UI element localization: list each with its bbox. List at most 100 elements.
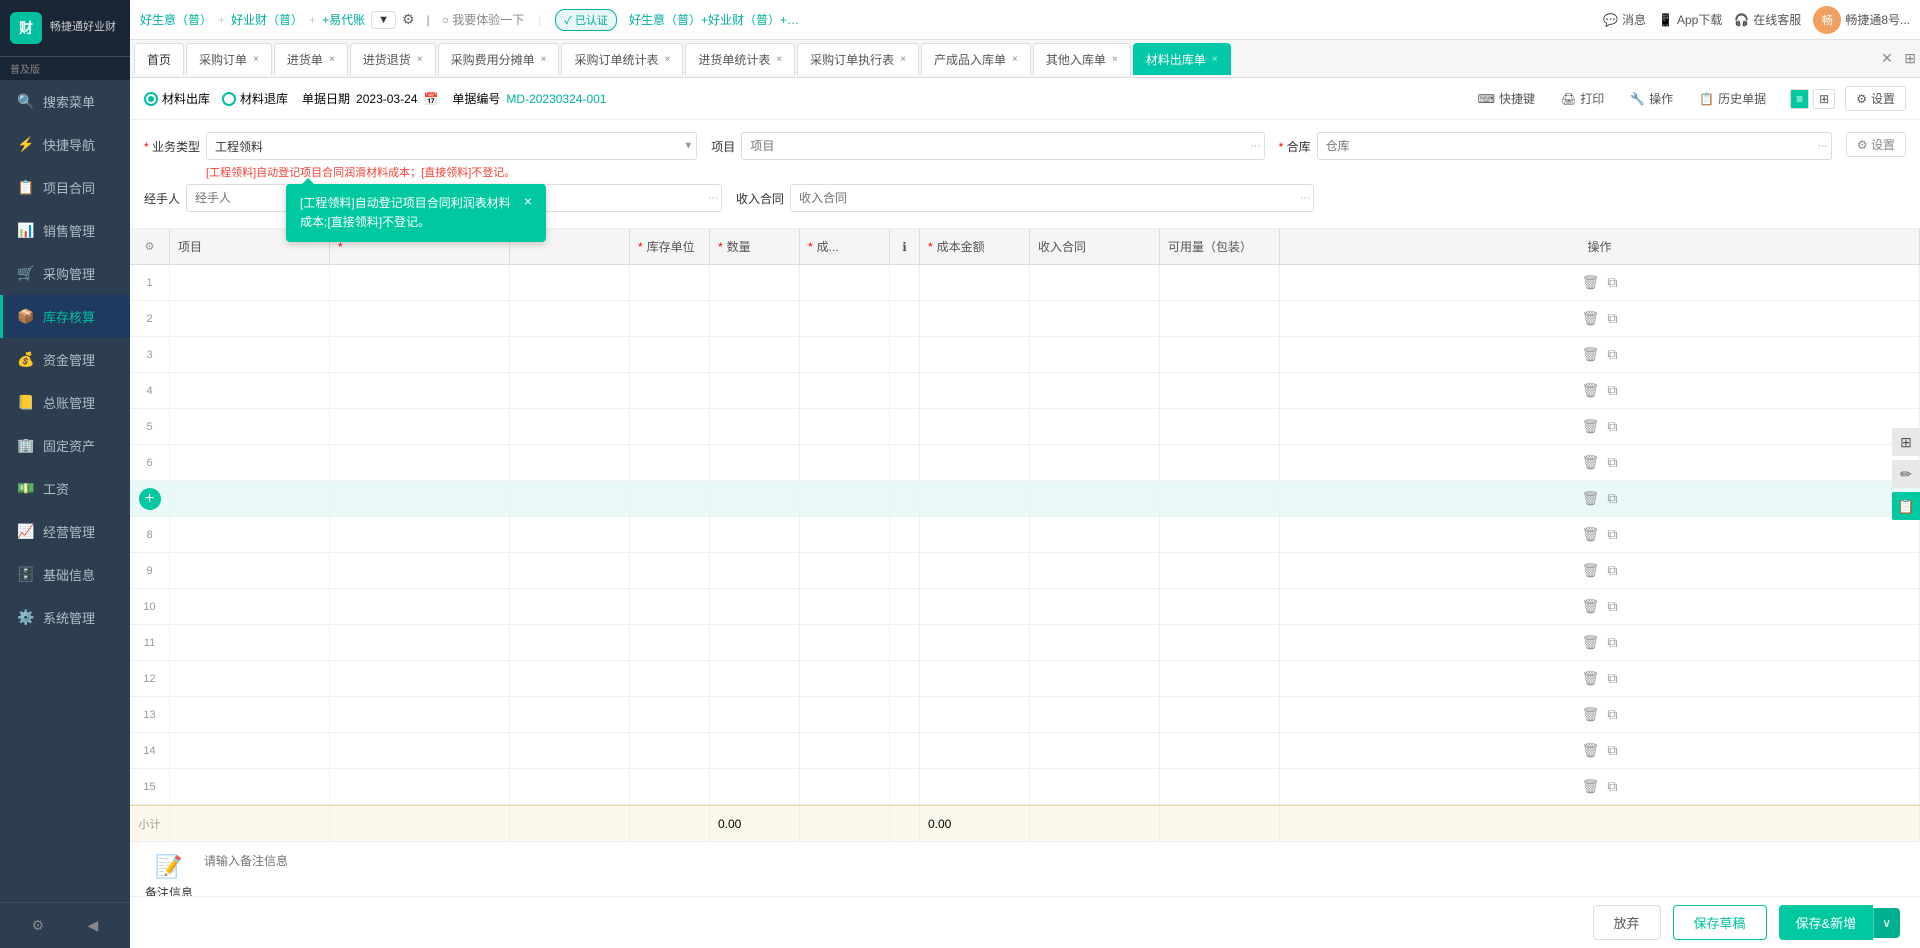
tab-goods-in[interactable]: 进货单 × xyxy=(274,43,348,75)
tab-close-icon[interactable]: × xyxy=(253,54,259,65)
shortcut-key-button[interactable]: ⌨ 快捷键 xyxy=(1470,87,1543,110)
header-settings[interactable]: ⚙ xyxy=(130,229,170,264)
app-download-button[interactable]: 📱 App下载 xyxy=(1658,11,1722,28)
row-spec[interactable] xyxy=(510,265,630,300)
row-material[interactable] xyxy=(330,517,510,552)
add-row-project[interactable] xyxy=(170,481,330,516)
row-material[interactable] xyxy=(330,661,510,696)
row-contract[interactable] xyxy=(1030,589,1160,624)
row-unit[interactable] xyxy=(630,589,710,624)
copy-icon[interactable]: ⧉ xyxy=(1603,740,1621,761)
row-material[interactable] xyxy=(330,625,510,660)
row-material[interactable] xyxy=(330,445,510,480)
tab-purchase-order[interactable]: 采购订单 × xyxy=(186,43,272,75)
sidebar-item-system[interactable]: ⚙️ 系统管理 xyxy=(0,596,130,639)
row-unit[interactable] xyxy=(630,337,710,372)
row-cost-amt[interactable] xyxy=(920,301,1030,336)
row-cost[interactable] xyxy=(800,337,890,372)
sidebar-item-project[interactable]: 📋 项目合同 xyxy=(0,166,130,209)
sidebar-item-finance[interactable]: 💰 资金管理 xyxy=(0,338,130,381)
row-contract[interactable] xyxy=(1030,301,1160,336)
row-project[interactable] xyxy=(170,733,330,768)
row-spec[interactable] xyxy=(510,409,630,444)
row-cost-amt[interactable] xyxy=(920,337,1030,372)
row-cost-amt[interactable] xyxy=(920,517,1030,552)
warehouse-dots-icon[interactable]: ··· xyxy=(1818,141,1828,152)
topbar-more-dropdown[interactable]: ▼ xyxy=(371,11,396,29)
row-unit[interactable] xyxy=(630,373,710,408)
tab-close-icon[interactable]: × xyxy=(900,54,906,65)
tab-close-icon[interactable]: × xyxy=(1212,54,1218,65)
topbar-more-links[interactable]: 好生意（普）+好业财（普）+… xyxy=(629,11,799,28)
delete-icon[interactable]: 🗑 xyxy=(1578,452,1604,473)
copy-icon[interactable]: ⧉ xyxy=(1603,416,1621,437)
row-contract[interactable] xyxy=(1030,265,1160,300)
row-qty[interactable] xyxy=(710,301,800,336)
row-contract[interactable] xyxy=(1030,733,1160,768)
row-qty[interactable] xyxy=(710,733,800,768)
row-contract[interactable] xyxy=(1030,409,1160,444)
delete-icon[interactable]: 🗑 xyxy=(1578,740,1604,761)
row-project[interactable] xyxy=(170,697,330,732)
row-cost[interactable] xyxy=(800,661,890,696)
copy-icon[interactable]: ⧉ xyxy=(1603,596,1621,617)
user-menu[interactable]: 畅 畅捷通8号... xyxy=(1813,6,1910,34)
row-spec[interactable] xyxy=(510,445,630,480)
delete-icon[interactable]: 🗑 xyxy=(1578,272,1604,293)
income-contract-dots-icon[interactable]: ··· xyxy=(1300,193,1310,204)
delete-icon[interactable]: 🗑 xyxy=(1578,596,1604,617)
row-cost[interactable] xyxy=(800,769,890,804)
row-cost-amt[interactable] xyxy=(920,553,1030,588)
row-spec[interactable] xyxy=(510,373,630,408)
row-cost-amt[interactable] xyxy=(920,445,1030,480)
row-spec[interactable] xyxy=(510,517,630,552)
sidebar-item-operations[interactable]: 📈 经营管理 xyxy=(0,510,130,553)
topbar-link-good-biz[interactable]: 好生意（普） xyxy=(140,11,212,28)
sidebar-item-accounting[interactable]: 📒 总账管理 xyxy=(0,381,130,424)
notes-input[interactable] xyxy=(204,852,1906,892)
side-tool-1[interactable]: ⊞ xyxy=(1892,428,1920,456)
row-material[interactable] xyxy=(330,589,510,624)
tab-close-icon[interactable]: × xyxy=(664,54,670,65)
row-cost[interactable] xyxy=(800,553,890,588)
sidebar-item-sales[interactable]: 📊 销售管理 xyxy=(0,209,130,252)
copy-icon[interactable]: ⧉ xyxy=(1603,272,1621,293)
row-material[interactable] xyxy=(330,373,510,408)
copy-icon[interactable]: ⧉ xyxy=(1603,704,1621,725)
row-material[interactable] xyxy=(330,697,510,732)
row-cost[interactable] xyxy=(800,517,890,552)
tab-product-in[interactable]: 产成品入库单 × xyxy=(921,43,1031,75)
sidebar-item-purchase[interactable]: 🛒 采购管理 xyxy=(0,252,130,295)
row-qty[interactable] xyxy=(710,517,800,552)
row-cost[interactable] xyxy=(800,733,890,768)
row-cost-amt[interactable] xyxy=(920,265,1030,300)
history-button[interactable]: 📋 历史单据 xyxy=(1691,87,1774,110)
row-project[interactable] xyxy=(170,445,330,480)
row-spec[interactable] xyxy=(510,733,630,768)
copy-icon[interactable]: ⧉ xyxy=(1603,344,1621,365)
copy-icon[interactable]: ⧉ xyxy=(1603,452,1621,473)
row-contract[interactable] xyxy=(1030,445,1160,480)
income-contract-input[interactable] xyxy=(790,184,1314,212)
tab-purchase-fee[interactable]: 采购费用分摊单 × xyxy=(438,43,560,75)
add-row-material[interactable] xyxy=(330,481,510,516)
form-settings-btn[interactable]: ⚙ 设置 xyxy=(1846,132,1906,157)
view-grid-icon[interactable]: ⊞ xyxy=(1813,89,1835,109)
close-all-tabs-button[interactable]: × xyxy=(1874,44,1901,73)
delete-icon[interactable]: 🗑 xyxy=(1578,344,1604,365)
topbar-experience[interactable]: ○ 我要体验一下 xyxy=(442,11,525,28)
row-project[interactable] xyxy=(170,553,330,588)
copy-icon[interactable]: ⧉ xyxy=(1603,560,1621,581)
topbar-link-easy-rep[interactable]: +易代账 xyxy=(322,11,365,28)
row-qty[interactable] xyxy=(710,769,800,804)
row-material[interactable] xyxy=(330,409,510,444)
view-list-icon[interactable]: ≡ xyxy=(1790,89,1809,109)
add-row-project-input[interactable] xyxy=(178,492,321,506)
delete-icon[interactable]: 🗑 xyxy=(1578,776,1604,797)
row-contract[interactable] xyxy=(1030,373,1160,408)
row-project[interactable] xyxy=(170,409,330,444)
row-cost[interactable] xyxy=(800,409,890,444)
delete-icon[interactable]: 🗑 xyxy=(1578,704,1604,725)
biz-type-input[interactable] xyxy=(206,132,697,160)
row-cost-amt[interactable] xyxy=(920,625,1030,660)
